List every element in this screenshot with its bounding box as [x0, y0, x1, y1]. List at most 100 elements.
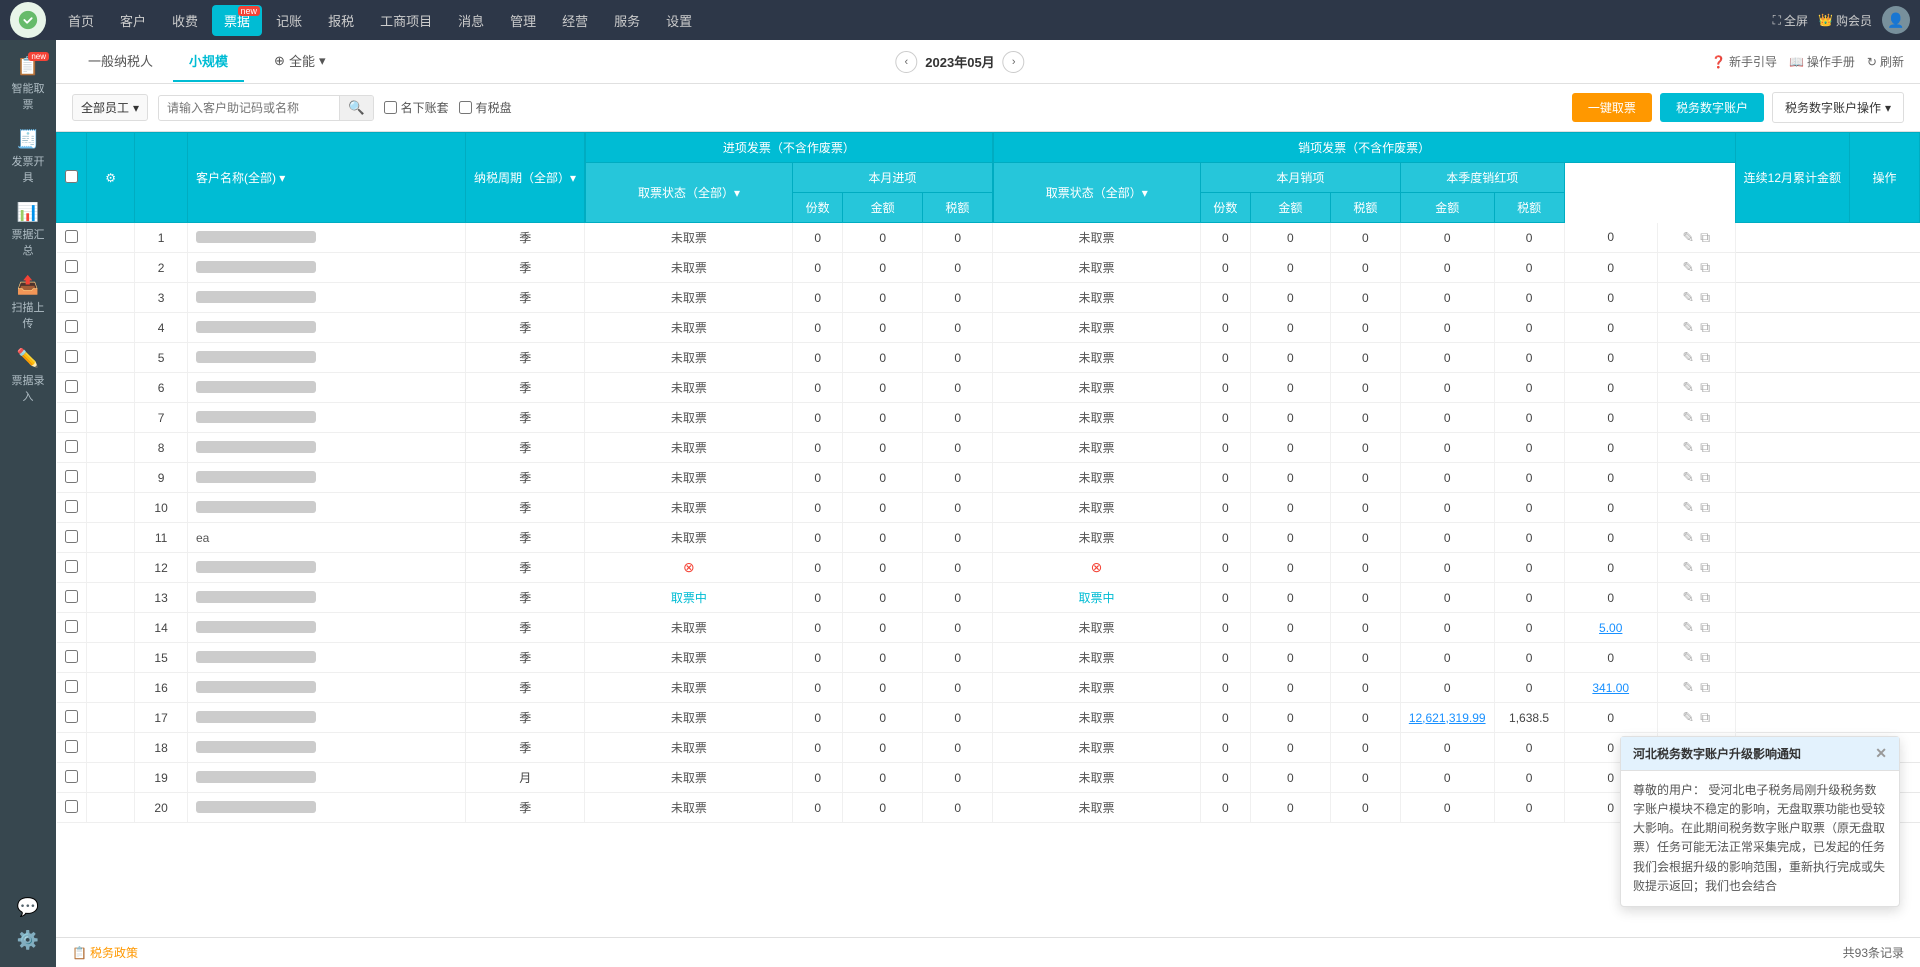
row-checkbox[interactable] [65, 530, 78, 543]
copy-icon[interactable]: ⧉ [1700, 409, 1710, 426]
row-checkbox[interactable] [65, 380, 78, 393]
edit-icon[interactable]: ✎ [1682, 349, 1694, 366]
nav-item-client[interactable]: 客户 [108, 5, 158, 36]
one-click-fetch-button[interactable]: 一键取票 [1572, 93, 1652, 122]
has-taxpad-filter[interactable]: 有税盘 [459, 99, 512, 116]
employee-filter[interactable]: 全部员工 ▾ [72, 94, 148, 121]
edit-icon[interactable]: ✎ [1682, 559, 1694, 576]
row-checkbox[interactable] [65, 770, 78, 783]
member-btn[interactable]: 👑 购会员 [1818, 12, 1872, 29]
row-checkbox[interactable] [65, 620, 78, 633]
sidebar-item-smart-fetch[interactable]: 📋 智能取票 new [3, 50, 53, 118]
row-checkbox[interactable] [65, 590, 78, 603]
my-accounts-filter[interactable]: 名下账套 [384, 99, 449, 116]
nav-item-fee[interactable]: 收费 [160, 5, 210, 36]
copy-icon[interactable]: ⧉ [1700, 589, 1710, 606]
copy-icon[interactable]: ⧉ [1700, 439, 1710, 456]
edit-icon[interactable]: ✎ [1682, 619, 1694, 636]
row-checkbox[interactable] [65, 680, 78, 693]
sidebar-item-invoice-summary[interactable]: 📊 票据汇总 [3, 196, 53, 264]
row-checkbox[interactable] [65, 500, 78, 513]
user-avatar[interactable]: 👤 [1882, 6, 1910, 34]
copy-icon[interactable]: ⧉ [1700, 529, 1710, 546]
rolling-link[interactable]: 341.00 [1592, 681, 1629, 695]
tax-digital-account-button[interactable]: 税务数字账户 [1660, 93, 1764, 122]
edit-icon[interactable]: ✎ [1682, 679, 1694, 696]
guide-btn[interactable]: ❓ 新手引导 [1711, 53, 1777, 70]
edit-icon[interactable]: ✎ [1682, 589, 1694, 606]
nav-item-home[interactable]: 首页 [56, 5, 106, 36]
edit-icon[interactable]: ✎ [1682, 529, 1694, 546]
copy-icon[interactable]: ⧉ [1700, 709, 1710, 726]
edit-icon[interactable]: ✎ [1682, 709, 1694, 726]
copy-icon[interactable]: ⧉ [1700, 499, 1710, 516]
copy-icon[interactable]: ⧉ [1700, 649, 1710, 666]
prev-month-button[interactable]: ‹ [895, 51, 917, 73]
tax-digital-account-ops-button[interactable]: 税务数字账户操作 ▾ [1772, 92, 1904, 123]
next-month-button[interactable]: › [1003, 51, 1025, 73]
nav-item-management[interactable]: 管理 [498, 5, 548, 36]
edit-icon[interactable]: ✎ [1682, 319, 1694, 336]
copy-icon[interactable]: ⧉ [1700, 559, 1710, 576]
copy-icon[interactable]: ⧉ [1700, 259, 1710, 276]
search-input[interactable] [159, 97, 339, 119]
search-button[interactable]: 🔍 [339, 96, 373, 120]
copy-icon[interactable]: ⧉ [1700, 469, 1710, 486]
edit-icon[interactable]: ✎ [1682, 259, 1694, 276]
row-checkbox[interactable] [65, 470, 78, 483]
row-checkbox[interactable] [65, 800, 78, 813]
sidebar-item-scan-upload[interactable]: 📤 扫描上传 [3, 269, 53, 337]
nav-item-bookkeeping[interactable]: 记账 [264, 5, 314, 36]
row-checkbox[interactable] [65, 320, 78, 333]
refresh-btn[interactable]: ↻ 刷新 [1867, 53, 1904, 70]
copy-icon[interactable]: ⧉ [1700, 619, 1710, 636]
rolling-link[interactable]: 5.00 [1599, 621, 1622, 635]
sidebar-item-settings[interactable]: ⚙️ [3, 924, 53, 957]
tax-policy-link[interactable]: 📋 税务政策 [72, 944, 138, 961]
nav-item-tax[interactable]: 报税 [316, 5, 366, 36]
row-checkbox[interactable] [65, 650, 78, 663]
copy-icon[interactable]: ⧉ [1700, 229, 1710, 246]
edit-icon[interactable]: ✎ [1682, 409, 1694, 426]
tab-full-scope[interactable]: ⊕ 全能 ▾ [258, 41, 341, 82]
nav-item-settings[interactable]: 设置 [654, 5, 704, 36]
sidebar-item-invoice-open[interactable]: 🧾 发票开具 [3, 123, 53, 191]
fullscreen-btn[interactable]: ⛶ 全屏 [1773, 12, 1808, 29]
sidebar-item-invoice-entry[interactable]: ✏️ 票据录入 [3, 342, 53, 410]
copy-icon[interactable]: ⧉ [1700, 679, 1710, 696]
edit-icon[interactable]: ✎ [1682, 469, 1694, 486]
nav-item-operation[interactable]: 经营 [550, 5, 600, 36]
nav-item-business[interactable]: 工商项目 [368, 5, 444, 36]
nav-item-service[interactable]: 服务 [602, 5, 652, 36]
row-checkbox[interactable] [65, 350, 78, 363]
copy-icon[interactable]: ⧉ [1700, 379, 1710, 396]
notif-close-button[interactable]: ✕ [1875, 745, 1887, 762]
edit-icon[interactable]: ✎ [1682, 229, 1694, 246]
row-checkbox[interactable] [65, 440, 78, 453]
edit-icon[interactable]: ✎ [1682, 289, 1694, 306]
edit-icon[interactable]: ✎ [1682, 499, 1694, 516]
copy-icon[interactable]: ⧉ [1700, 349, 1710, 366]
edit-icon[interactable]: ✎ [1682, 439, 1694, 456]
row-red-amount[interactable]: 12,621,319.99 [1400, 703, 1494, 733]
row-checkbox[interactable] [65, 710, 78, 723]
edit-icon[interactable]: ✎ [1682, 379, 1694, 396]
nav-item-message[interactable]: 消息 [446, 5, 496, 36]
sidebar-item-message[interactable]: 💬 [3, 891, 53, 924]
row-checkbox[interactable] [65, 410, 78, 423]
tab-small-scale[interactable]: 小规模 [173, 41, 244, 82]
row-checkbox[interactable] [65, 230, 78, 243]
my-accounts-checkbox[interactable] [384, 101, 397, 114]
tab-general-taxpayer[interactable]: 一般纳税人 [72, 41, 169, 82]
edit-icon[interactable]: ✎ [1682, 649, 1694, 666]
manual-btn[interactable]: 📖 操作手册 [1789, 53, 1855, 70]
has-taxpad-checkbox[interactable] [459, 101, 472, 114]
copy-icon[interactable]: ⧉ [1700, 319, 1710, 336]
row-checkbox[interactable] [65, 560, 78, 573]
copy-icon[interactable]: ⧉ [1700, 289, 1710, 306]
row-checkbox[interactable] [65, 290, 78, 303]
select-all-checkbox[interactable] [65, 170, 78, 183]
nav-item-invoice[interactable]: 票据 new [212, 5, 262, 36]
row-checkbox[interactable] [65, 260, 78, 273]
row-checkbox[interactable] [65, 740, 78, 753]
